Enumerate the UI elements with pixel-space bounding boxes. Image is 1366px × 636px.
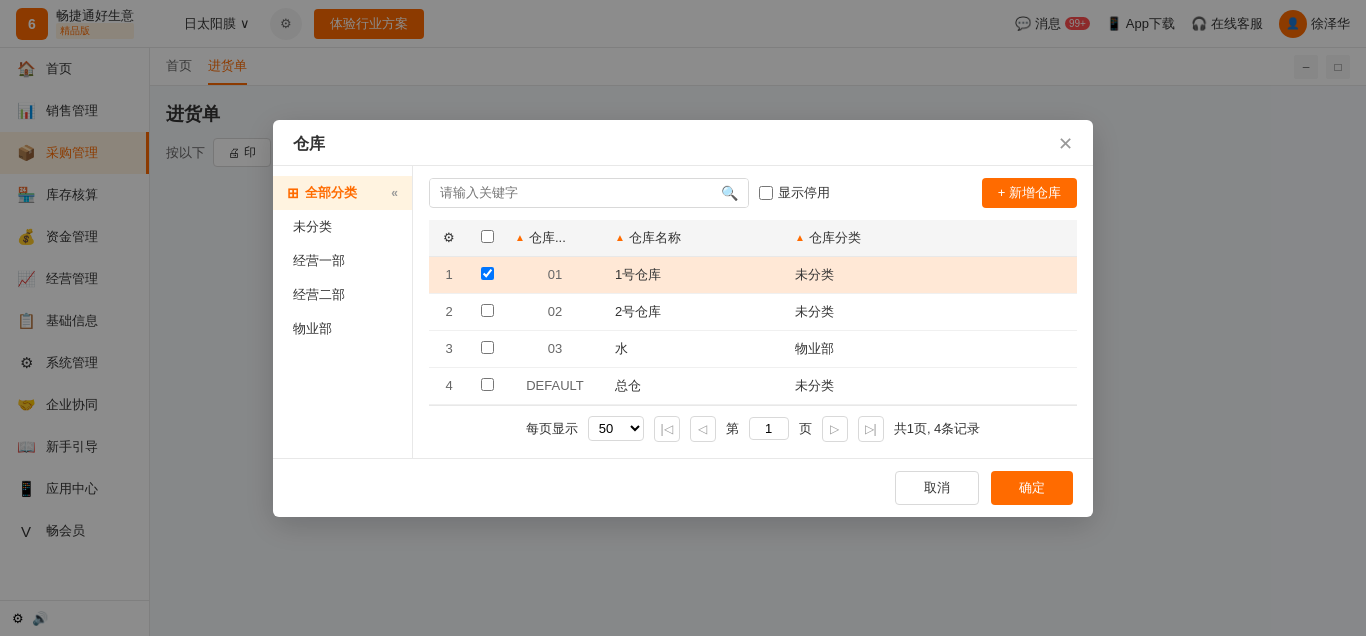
- row-num: 03: [505, 330, 605, 367]
- warehouse-table: ⚙ ▲ 仓库...: [429, 220, 1077, 405]
- show-disabled-checkbox[interactable]: [759, 186, 773, 200]
- row-num: 02: [505, 293, 605, 330]
- row-number: 3: [445, 341, 452, 356]
- confirm-button[interactable]: 确定: [991, 471, 1073, 505]
- th-name: ▲ 仓库名称: [605, 220, 785, 257]
- row-checkbox-cell: [469, 293, 505, 330]
- actions-cell: 3: [429, 330, 469, 367]
- modal-close-button[interactable]: ✕: [1058, 135, 1073, 153]
- prev-page-button[interactable]: ◁: [690, 416, 716, 442]
- modal-toolbar: 🔍 显示停用 + 新增仓库: [429, 178, 1077, 208]
- actions-cell: 4: [429, 367, 469, 404]
- table-row[interactable]: 2 02 2号仓库 未分类: [429, 293, 1077, 330]
- grid-icon: ⊞: [287, 185, 299, 201]
- category-header[interactable]: ⊞ 全部分类 «: [273, 176, 412, 210]
- row-checkbox[interactable]: [481, 341, 494, 354]
- page-label: 页: [799, 420, 812, 438]
- category-item-dept2[interactable]: 经营二部: [273, 278, 412, 312]
- modal-body: ⊞ 全部分类 « 未分类 经营一部 经营二部 物业部 🔍: [273, 166, 1093, 458]
- row-category: 未分类: [785, 367, 1077, 404]
- modal-main: 🔍 显示停用 + 新增仓库 ⚙: [413, 166, 1093, 458]
- last-page-button[interactable]: ▷|: [858, 416, 884, 442]
- sort-icon: ▲: [515, 232, 525, 243]
- show-disabled-group: 显示停用: [759, 184, 830, 202]
- row-number: 1: [445, 267, 452, 282]
- category-sidebar: ⊞ 全部分类 « 未分类 经营一部 经营二部 物业部: [273, 166, 413, 458]
- category-item-dept1[interactable]: 经营一部: [273, 244, 412, 278]
- category-item-unclassified[interactable]: 未分类: [273, 210, 412, 244]
- row-name: 总仓: [605, 367, 785, 404]
- modal-title: 仓库: [293, 134, 325, 155]
- table-header-row: ⚙ ▲ 仓库...: [429, 220, 1077, 257]
- add-warehouse-button[interactable]: + 新增仓库: [982, 178, 1077, 208]
- actions-cell: 2: [429, 293, 469, 330]
- row-checkbox[interactable]: [481, 378, 494, 391]
- row-category: 物业部: [785, 330, 1077, 367]
- first-page-button[interactable]: |◁: [654, 416, 680, 442]
- collapse-button[interactable]: «: [391, 186, 398, 200]
- row-name: 水: [605, 330, 785, 367]
- row-name: 2号仓库: [605, 293, 785, 330]
- row-category: 未分类: [785, 256, 1077, 293]
- per-page-label: 每页显示: [526, 420, 578, 438]
- category-header-label: 全部分类: [305, 184, 357, 202]
- select-all-checkbox[interactable]: [481, 230, 494, 243]
- table-row[interactable]: 3 03 水 物业部: [429, 330, 1077, 367]
- th-name-label: 仓库名称: [629, 229, 681, 247]
- page-number-input[interactable]: [749, 417, 789, 440]
- row-num: 01: [505, 256, 605, 293]
- total-label: 共1页, 4条记录: [894, 420, 981, 438]
- row-checkbox-cell: [469, 330, 505, 367]
- row-num: DEFAULT: [505, 367, 605, 404]
- modal-overlay: 仓库 ✕ ⊞ 全部分类 « 未分类 经营一部 经营二部 物业部: [0, 0, 1366, 636]
- row-number: 2: [445, 304, 452, 319]
- next-page-button[interactable]: ▷: [822, 416, 848, 442]
- table-row[interactable]: 1 01 1号仓库 未分类: [429, 256, 1077, 293]
- sort-icon-cat: ▲: [795, 232, 805, 243]
- th-checkbox: [469, 220, 505, 257]
- cancel-button[interactable]: 取消: [895, 471, 979, 505]
- show-disabled-label: 显示停用: [778, 184, 830, 202]
- search-input[interactable]: [430, 179, 711, 206]
- pagination-bar: 每页显示 20 50 100 |◁ ◁ 第 页 ▷ ▷| 共1页, 4条记录: [429, 405, 1077, 446]
- gear-icon: ⚙: [443, 230, 455, 245]
- search-icon[interactable]: 🔍: [711, 179, 748, 207]
- page-word: 第: [726, 420, 739, 438]
- table-row[interactable]: 4 DEFAULT 总仓 未分类: [429, 367, 1077, 404]
- row-checkbox-cell: [469, 256, 505, 293]
- row-category: 未分类: [785, 293, 1077, 330]
- search-box: 🔍: [429, 178, 749, 208]
- row-name: 1号仓库: [605, 256, 785, 293]
- th-code: ▲ 仓库...: [505, 220, 605, 257]
- category-item-property[interactable]: 物业部: [273, 312, 412, 346]
- th-gear: ⚙: [429, 220, 469, 257]
- modal-header: 仓库 ✕: [273, 120, 1093, 166]
- row-number: 4: [445, 378, 452, 393]
- per-page-select[interactable]: 20 50 100: [588, 416, 644, 441]
- row-checkbox[interactable]: [481, 267, 494, 280]
- th-category: ▲ 仓库分类: [785, 220, 1077, 257]
- warehouse-modal: 仓库 ✕ ⊞ 全部分类 « 未分类 经营一部 经营二部 物业部: [273, 120, 1093, 517]
- th-code-label: 仓库...: [529, 229, 566, 247]
- row-checkbox[interactable]: [481, 304, 494, 317]
- row-checkbox-cell: [469, 367, 505, 404]
- sort-icon-name: ▲: [615, 232, 625, 243]
- modal-actions: 取消 确定: [273, 458, 1093, 517]
- actions-cell: 1: [429, 256, 469, 293]
- th-category-label: 仓库分类: [809, 229, 861, 247]
